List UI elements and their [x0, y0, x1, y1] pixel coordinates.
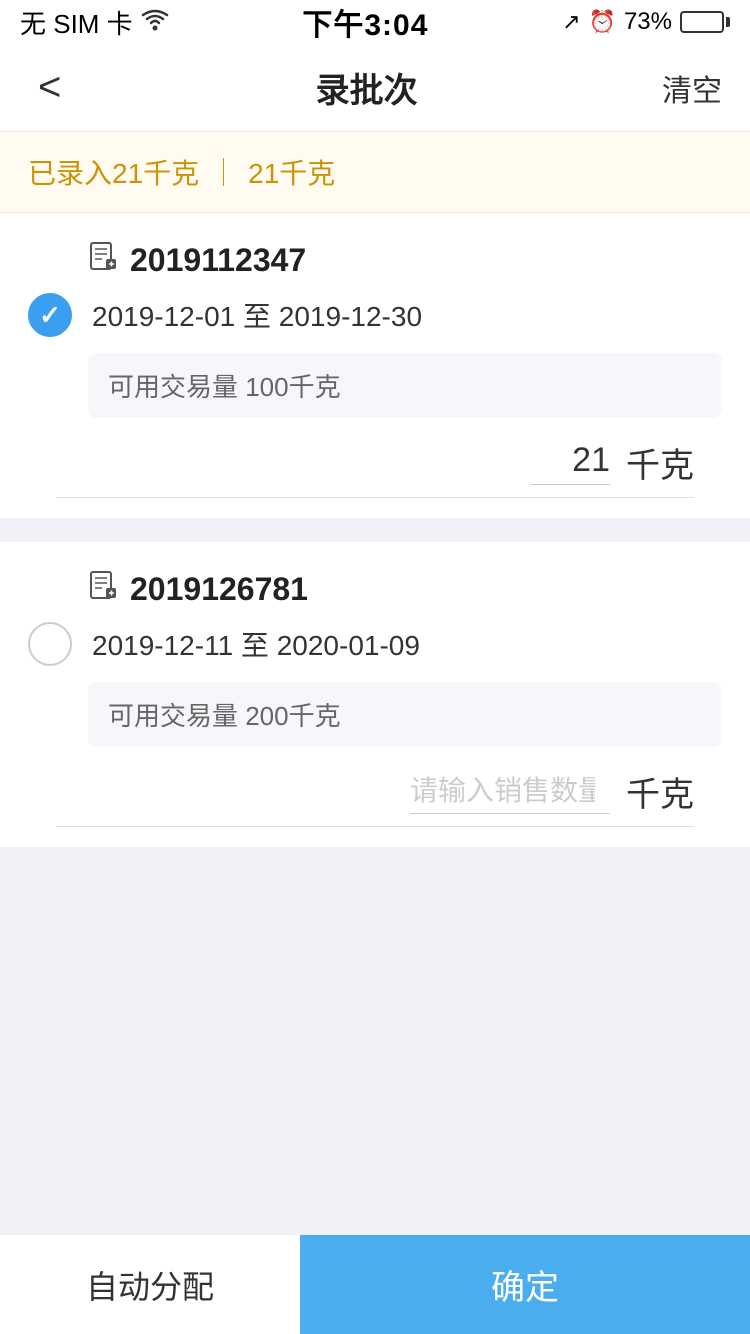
- location-icon: ↗: [562, 9, 580, 35]
- batch-date-2: 2019-12-11 至 2020-01-09: [92, 624, 420, 664]
- auto-distribute-button[interactable]: 自动分配: [0, 1235, 300, 1334]
- status-bar: 无 SIM 卡 下午3:04 ↗ ⏰ 73%: [0, 0, 750, 44]
- quantity-value-1: 21: [530, 441, 610, 485]
- batch-date-1: 2019-12-01 至 2019-12-30: [92, 295, 422, 335]
- batch-item-1: 2019112347 2019-12-01 至 2019-12-30 可用交易量…: [0, 213, 750, 518]
- page-title: 录批次: [316, 63, 418, 112]
- quantity-row-2: 千克: [28, 747, 722, 826]
- batch-item-2: 2019126781 2019-12-11 至 2020-01-09 可用交易量…: [0, 530, 750, 847]
- batch-available-2: 可用交易量 200千克: [88, 682, 722, 747]
- clear-button[interactable]: 清空: [662, 66, 722, 110]
- quantity-unit-1: 千克: [626, 438, 694, 487]
- wifi-icon: [141, 7, 169, 38]
- battery-icon: [680, 11, 730, 33]
- quantity-unit-2: 千克: [626, 767, 694, 816]
- quantity-input-2[interactable]: [410, 770, 610, 814]
- batch-date-row-1[interactable]: 2019-12-01 至 2019-12-30: [28, 293, 722, 337]
- radio-1[interactable]: [28, 293, 72, 337]
- bottom-bar: 自动分配 确定: [0, 1234, 750, 1334]
- separator-1: [56, 497, 694, 498]
- batch-id-1: 2019112347: [130, 242, 306, 279]
- summary-bar: 已录入21千克 21千克: [0, 132, 750, 213]
- summary-divider: [223, 158, 224, 186]
- nav-bar: < 录批次 清空: [0, 44, 750, 132]
- batch-available-1: 可用交易量 100千克: [88, 353, 722, 418]
- carrier-text: 无 SIM 卡: [20, 4, 133, 41]
- separator-2: [56, 826, 694, 827]
- batch-date-row-2[interactable]: 2019-12-11 至 2020-01-09: [28, 622, 722, 666]
- status-right: ↗ ⏰ 73%: [562, 8, 730, 36]
- status-left: 无 SIM 卡: [20, 4, 169, 41]
- radio-2[interactable]: [28, 622, 72, 666]
- confirm-button[interactable]: 确定: [300, 1235, 750, 1334]
- battery-percent: 73%: [624, 8, 672, 36]
- time-display: 下午3:04: [302, 0, 428, 44]
- quantity-row-1: 21 千克: [28, 418, 722, 497]
- batch-header-2: 2019126781: [88, 570, 722, 608]
- batch-id-2: 2019126781: [130, 571, 308, 608]
- back-button[interactable]: <: [28, 55, 71, 120]
- batch-doc-icon-2: [88, 570, 118, 608]
- summary-value: 21千克: [248, 152, 335, 192]
- summary-label: 已录入21千克: [28, 152, 199, 192]
- batch-doc-icon-1: [88, 241, 118, 279]
- alarm-icon: ⏰: [589, 9, 616, 35]
- batch-header-1: 2019112347: [88, 241, 722, 279]
